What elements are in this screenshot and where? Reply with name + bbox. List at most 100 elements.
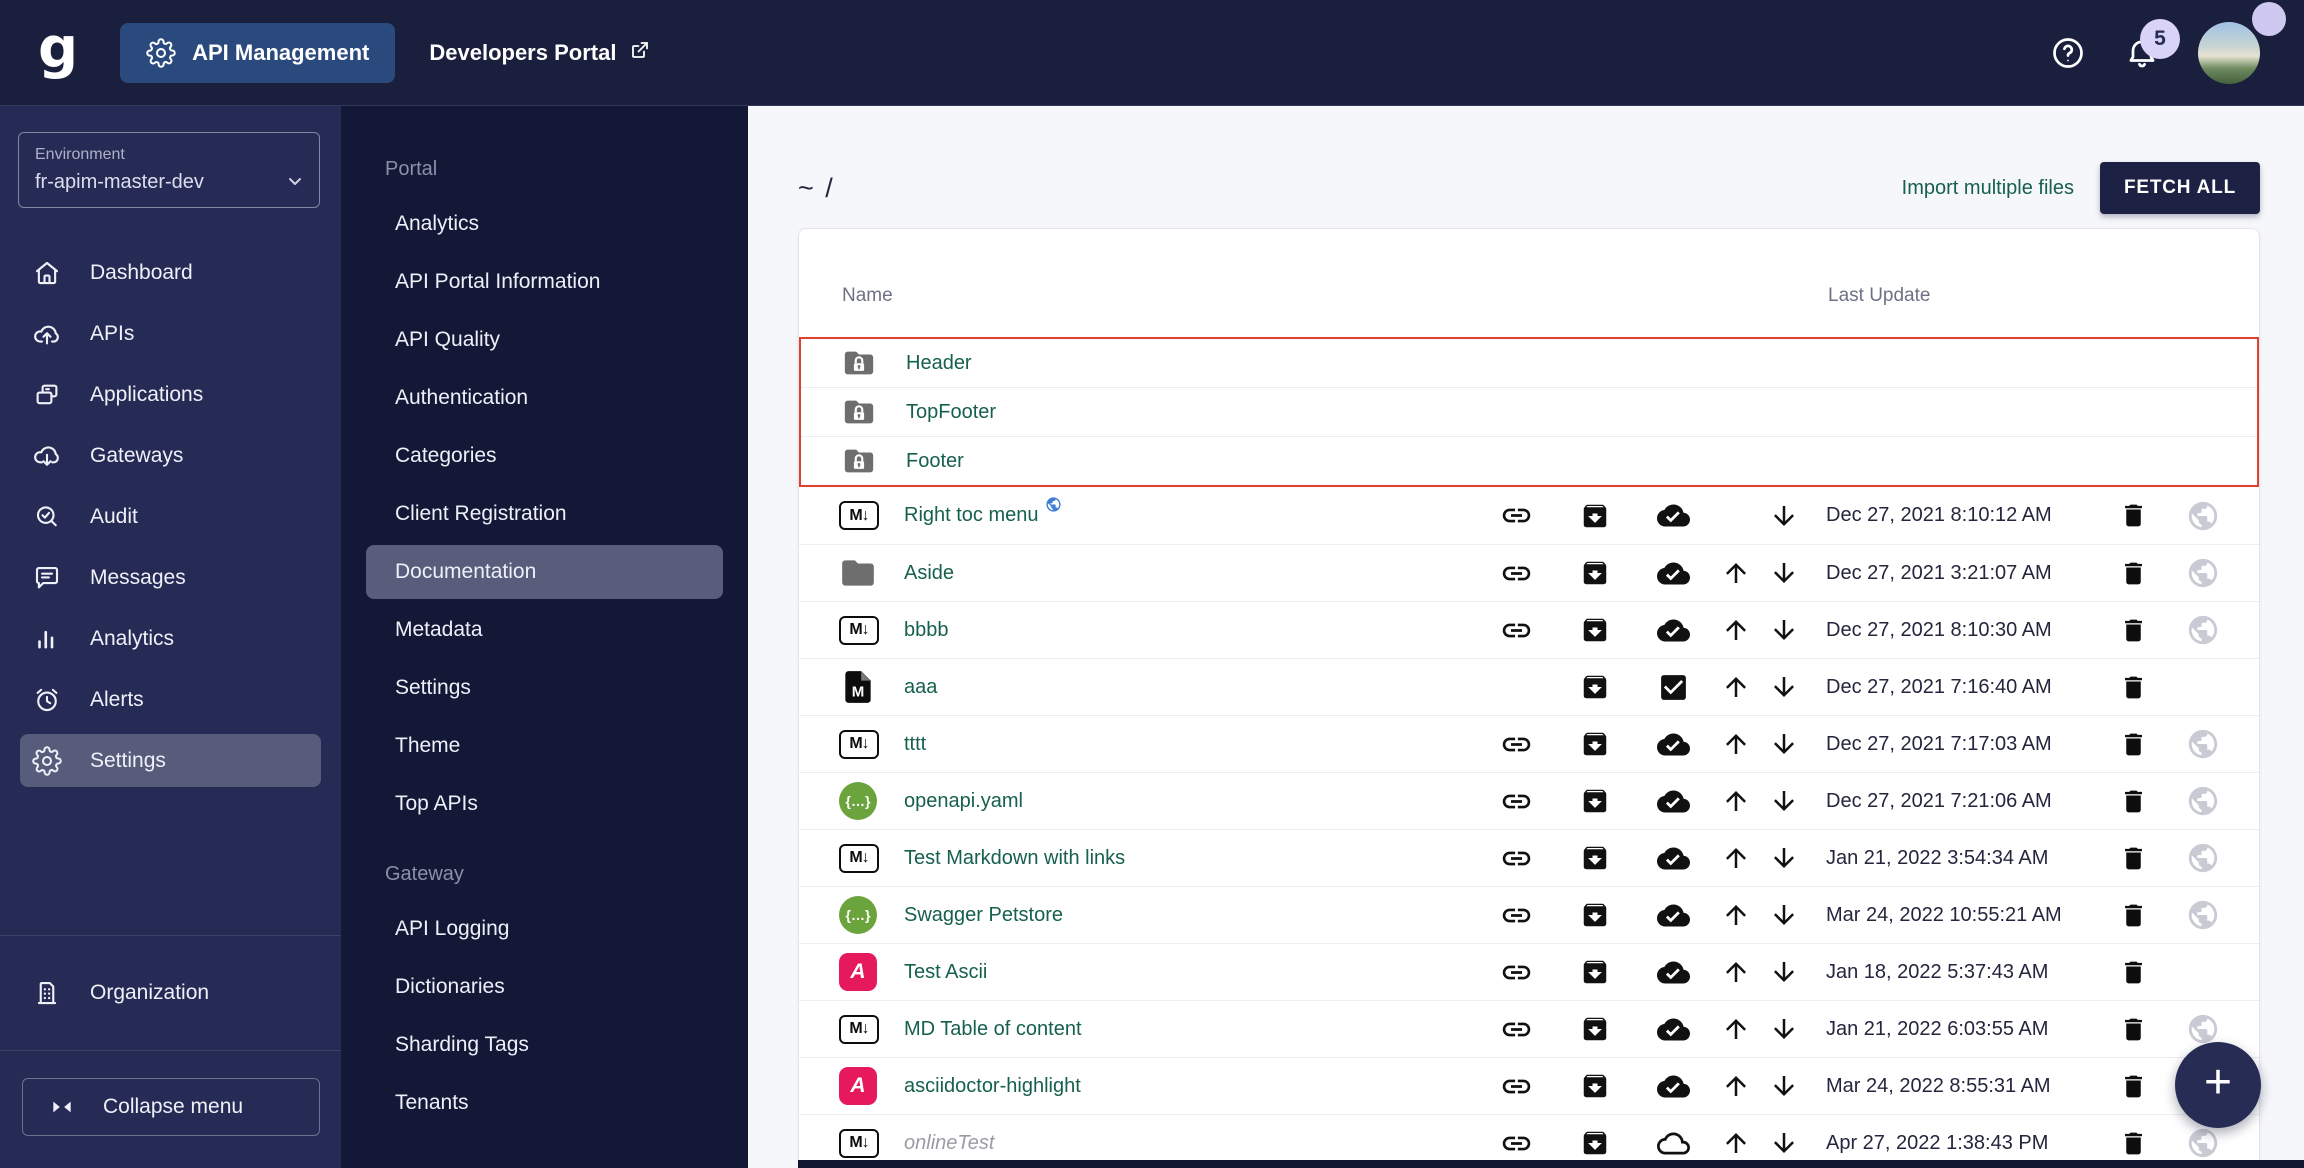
cloud-check-icon[interactable] (1634, 614, 1712, 647)
delete-icon[interactable] (2098, 730, 2168, 759)
document-name-link[interactable]: Test Ascii (904, 961, 1476, 984)
cloud-check-icon[interactable] (1634, 842, 1712, 875)
submenu-item-authentication[interactable]: Authentication (341, 369, 748, 427)
link-icon[interactable] (1476, 499, 1556, 532)
move-down-icon[interactable] (1760, 558, 1808, 588)
notifications-bell-icon[interactable]: 5 (2124, 35, 2160, 71)
archive-icon[interactable] (1556, 843, 1634, 873)
document-name-link[interactable]: MD Table of content (904, 1018, 1476, 1041)
link-icon[interactable] (1476, 614, 1556, 647)
move-up-icon[interactable] (1712, 729, 1760, 759)
submenu-item-api-portal-information[interactable]: API Portal Information (341, 253, 748, 311)
link-icon[interactable] (1476, 1013, 1556, 1046)
link-icon[interactable] (1476, 1127, 1556, 1160)
cloud-check-icon[interactable] (1634, 785, 1712, 818)
move-down-icon[interactable] (1760, 843, 1808, 873)
move-down-icon[interactable] (1760, 672, 1808, 702)
archive-icon[interactable] (1556, 501, 1634, 531)
sidebar-item-messages[interactable]: Messages (0, 547, 341, 608)
move-up-icon[interactable] (1712, 843, 1760, 873)
cloud-check-icon[interactable] (1634, 899, 1712, 932)
publish-globe-icon[interactable] (2168, 1012, 2238, 1046)
move-down-icon[interactable] (1760, 1014, 1808, 1044)
move-up-icon[interactable] (1712, 615, 1760, 645)
link-icon[interactable] (1476, 842, 1556, 875)
sidebar-item-settings[interactable]: Settings (20, 734, 321, 787)
submenu-item-sharding-tags[interactable]: Sharding Tags (341, 1016, 748, 1074)
system-folder-name-link[interactable]: Header (906, 352, 972, 375)
publish-globe-icon[interactable] (2168, 556, 2238, 590)
archive-icon[interactable] (1556, 900, 1634, 930)
cloud-check-icon[interactable] (1634, 956, 1712, 989)
developers-portal-link[interactable]: Developers Portal (429, 38, 652, 68)
publish-globe-icon[interactable] (2168, 613, 2238, 647)
publish-globe-icon[interactable] (2168, 499, 2238, 533)
delete-icon[interactable] (2098, 673, 2168, 702)
link-icon[interactable] (1476, 557, 1556, 590)
check-square-icon[interactable] (1634, 671, 1712, 704)
move-down-icon[interactable] (1760, 957, 1808, 987)
api-management-button[interactable]: API Management (120, 23, 395, 83)
document-name-link[interactable]: aaa (904, 676, 1476, 699)
delete-icon[interactable] (2098, 1129, 2168, 1158)
document-name-link[interactable]: Right toc menu (904, 504, 1476, 527)
sidebar-item-dashboard[interactable]: Dashboard (0, 242, 341, 303)
move-up-icon[interactable] (1712, 1071, 1760, 1101)
move-up-icon[interactable] (1712, 1128, 1760, 1158)
delete-icon[interactable] (2098, 559, 2168, 588)
add-page-fab[interactable]: + (2175, 1042, 2261, 1128)
document-name-link[interactable]: bbbb (904, 619, 1476, 642)
cloud-check-icon[interactable] (1634, 728, 1712, 761)
environment-select[interactable]: Environment fr-apim-master-dev (18, 132, 320, 208)
archive-icon[interactable] (1556, 672, 1634, 702)
submenu-item-documentation[interactable]: Documentation (366, 545, 723, 599)
publish-globe-icon[interactable] (2168, 1126, 2238, 1160)
link-icon[interactable] (1476, 956, 1556, 989)
publish-globe-icon[interactable] (2168, 841, 2238, 875)
document-name-link[interactable]: Aside (904, 562, 1476, 585)
delete-icon[interactable] (2098, 1015, 2168, 1044)
document-name-link[interactable]: onlineTest (904, 1132, 1476, 1155)
submenu-item-theme[interactable]: Theme (341, 717, 748, 775)
move-down-icon[interactable] (1760, 729, 1808, 759)
move-up-icon[interactable] (1712, 786, 1760, 816)
archive-icon[interactable] (1556, 729, 1634, 759)
move-up-icon[interactable] (1712, 1014, 1760, 1044)
fetch-all-button[interactable]: FETCH ALL (2100, 162, 2260, 214)
submenu-item-top-apis[interactable]: Top APIs (341, 775, 748, 833)
publish-globe-icon[interactable] (2168, 784, 2238, 818)
submenu-item-categories[interactable]: Categories (341, 427, 748, 485)
move-up-icon[interactable] (1712, 957, 1760, 987)
sidebar-item-alerts[interactable]: Alerts (0, 669, 341, 730)
document-name-link[interactable]: asciidoctor-highlight (904, 1075, 1476, 1098)
delete-icon[interactable] (2098, 958, 2168, 987)
sidebar-item-apis[interactable]: APIs (0, 303, 341, 364)
archive-icon[interactable] (1556, 957, 1634, 987)
sidebar-item-applications[interactable]: Applications (0, 364, 341, 425)
move-down-icon[interactable] (1760, 900, 1808, 930)
submenu-item-tenants[interactable]: Tenants (341, 1074, 748, 1132)
document-name-link[interactable]: Swagger Petstore (904, 904, 1476, 927)
link-icon[interactable] (1476, 1070, 1556, 1103)
cloud-check-icon[interactable] (1634, 557, 1712, 590)
gravitee-logo[interactable]: g (38, 21, 78, 77)
move-down-icon[interactable] (1760, 786, 1808, 816)
delete-icon[interactable] (2098, 844, 2168, 873)
move-up-icon[interactable] (1712, 900, 1760, 930)
move-down-icon[interactable] (1760, 1071, 1808, 1101)
submenu-item-dictionaries[interactable]: Dictionaries (341, 958, 748, 1016)
submenu-item-api-quality[interactable]: API Quality (341, 311, 748, 369)
sidebar-item-organization[interactable]: Organization (0, 962, 341, 1023)
archive-icon[interactable] (1556, 1128, 1634, 1158)
sidebar-item-audit[interactable]: Audit (0, 486, 341, 547)
submenu-item-client-registration[interactable]: Client Registration (341, 485, 748, 543)
move-down-icon[interactable] (1760, 615, 1808, 645)
system-folder-name-link[interactable]: TopFooter (906, 401, 996, 424)
breadcrumb[interactable]: ~ / (798, 173, 835, 204)
help-icon[interactable] (2050, 35, 2086, 71)
delete-icon[interactable] (2098, 501, 2168, 530)
move-down-icon[interactable] (1760, 501, 1808, 531)
link-icon[interactable] (1476, 785, 1556, 818)
move-up-icon[interactable] (1712, 672, 1760, 702)
cloud-outline-icon[interactable] (1634, 1127, 1712, 1160)
